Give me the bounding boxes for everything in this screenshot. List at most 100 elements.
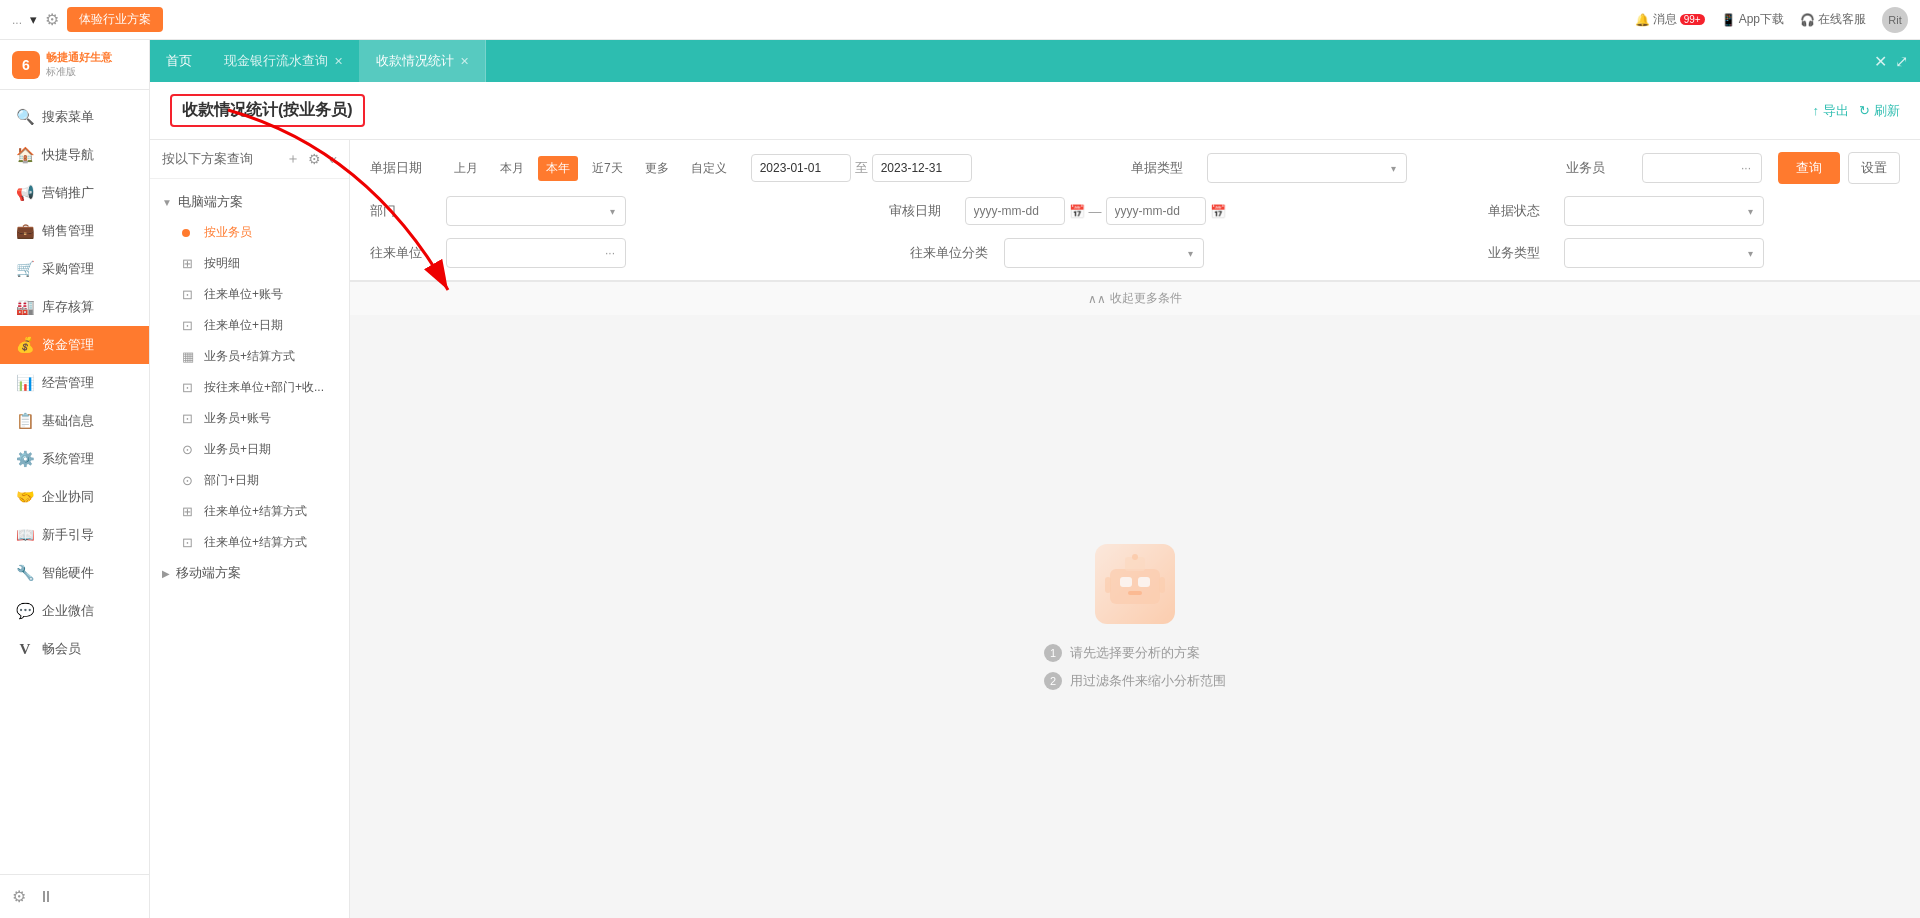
scheme-label-dept-date: 部门+日期 [204, 472, 259, 489]
date-to-input[interactable] [872, 154, 972, 182]
sidebar-item-basic[interactable]: 📋 基础信息 [0, 402, 149, 440]
salesman-more-icon[interactable]: ··· [1741, 161, 1751, 175]
content-area: 首页 现金银行流水查询 ✕ 收款情况统计 ✕ ✕ ⤢ 收款情况统计(按业务员) [150, 40, 1920, 918]
date-btn-7days[interactable]: 近7天 [584, 156, 631, 181]
sidebar-item-sales[interactable]: 💼 销售管理 [0, 212, 149, 250]
scheme-item-detail[interactable]: ⊞ 按明细 [150, 248, 349, 279]
app-download[interactable]: 📱 App下载 [1721, 11, 1784, 28]
tab-receipts-close[interactable]: ✕ [460, 55, 469, 68]
sales-icon: 💼 [16, 222, 34, 240]
audit-from-input[interactable] [965, 197, 1065, 225]
scheme-label-unit-settlement1: 往来单位+结算方式 [204, 503, 307, 520]
scheme-label-unit-date: 往来单位+日期 [204, 317, 283, 334]
tab-home[interactable]: 首页 [150, 52, 208, 70]
sidebar-item-quicknav[interactable]: 🏠 快捷导航 [0, 136, 149, 174]
refresh-icon: ↻ [1859, 103, 1870, 118]
counterparty-select[interactable]: ··· [446, 238, 626, 268]
sidebar-item-finance[interactable]: 💰 资金管理 [0, 326, 149, 364]
member-icon: V [16, 641, 34, 658]
sidebar-item-member[interactable]: V 畅会员 [0, 630, 149, 668]
settings-button[interactable]: 设置 [1848, 152, 1900, 184]
scheme-label-unit-dept: 按往来单位+部门+收... [204, 379, 324, 396]
scheme-icon-unit-date: ⊡ [182, 318, 198, 333]
notification-area[interactable]: 🔔 消息 99+ [1635, 11, 1705, 28]
page-header-actions: ↑ 导出 ↻ 刷新 [1813, 102, 1901, 120]
finance-icon: 💰 [16, 336, 34, 354]
scheme-item-salesman[interactable]: 按业务员 [150, 217, 349, 248]
collapse-icon-up: ∧∧ [1088, 292, 1106, 306]
scheme-item-dept-date[interactable]: ⊙ 部门+日期 [150, 465, 349, 496]
svg-rect-5 [1159, 577, 1165, 593]
scheme-item-salesman-date[interactable]: ⊙ 业务员+日期 [150, 434, 349, 465]
date-btn-custom[interactable]: 自定义 [683, 156, 735, 181]
date-btn-thismonth[interactable]: 本月 [492, 156, 532, 181]
date-btn-more[interactable]: 更多 [637, 156, 677, 181]
scheme-item-unit-account[interactable]: ⊡ 往来单位+账号 [150, 279, 349, 310]
salesman-select[interactable]: ··· [1642, 153, 1762, 183]
add-scheme-button[interactable]: ＋ [286, 150, 300, 168]
scheme-icon-dept-date: ⊙ [182, 473, 198, 488]
system-icon: ⚙️ [16, 450, 34, 468]
scheme-settings-button[interactable]: ⚙ [308, 151, 321, 167]
category-mobile[interactable]: ▶ 移动端方案 [150, 558, 349, 588]
tab-cashflow[interactable]: 现金银行流水查询 ✕ [208, 40, 360, 82]
dept-select[interactable]: ▾ [446, 196, 626, 226]
sidebar-item-inventory[interactable]: 🏭 库存核算 [0, 288, 149, 326]
tab-close-all[interactable]: ✕ [1874, 52, 1887, 71]
collapse-bar[interactable]: ∧∧ 收起更多条件 [350, 281, 1920, 315]
date-from-input[interactable] [751, 154, 851, 182]
settings-icon[interactable]: ⚙ [45, 10, 59, 29]
hardware-icon: 🔧 [16, 564, 34, 582]
date-btn-thisyear[interactable]: 本年 [538, 156, 578, 181]
svg-point-7 [1132, 554, 1138, 560]
right-panel: 单据日期 上月 本月 本年 近7天 更多 自定义 至 [350, 140, 1920, 918]
scheme-item-unit-dept[interactable]: ⊡ 按往来单位+部门+收... [150, 372, 349, 403]
settings-bottom-icon[interactable]: ⚙ [12, 887, 26, 906]
refresh-button[interactable]: ↻ 刷新 [1859, 102, 1900, 120]
scheme-item-unit-settlement2[interactable]: ⊡ 往来单位+结算方式 [150, 527, 349, 558]
sidebar-label-quicknav: 快捷导航 [42, 146, 94, 164]
calendar-to-icon[interactable]: 📅 [1210, 204, 1226, 219]
scheme-item-unit-settlement1[interactable]: ⊞ 往来单位+结算方式 [150, 496, 349, 527]
doc-status-select[interactable]: ▾ [1564, 196, 1764, 226]
app-tag: 标准版 [46, 65, 112, 79]
sidebar-item-search[interactable]: 🔍 搜索菜单 [0, 98, 149, 136]
counterparty-more-icon[interactable]: ··· [605, 246, 615, 260]
doc-type-select[interactable]: ▾ [1207, 153, 1407, 183]
scheme-icon-salesman-settlement: ▦ [182, 349, 198, 364]
scheme-item-salesman-settlement[interactable]: ▦ 业务员+结算方式 [150, 341, 349, 372]
scheme-item-unit-date[interactable]: ⊡ 往来单位+日期 [150, 310, 349, 341]
date-btn-lastmonth[interactable]: 上月 [446, 156, 486, 181]
sidebar-label-collab: 企业协同 [42, 488, 94, 506]
sidebar-item-marketing[interactable]: 📢 营销推广 [0, 174, 149, 212]
sidebar: 6 畅捷通好生意 标准版 🔍 搜索菜单 🏠 快捷导航 📢 营销推广 💼 销售管理 [0, 40, 150, 918]
sidebar-item-wechat[interactable]: 💬 企业微信 [0, 592, 149, 630]
counterparty-cat-select[interactable]: ▾ [1004, 238, 1204, 268]
sidebar-item-guide[interactable]: 📖 新手引导 [0, 516, 149, 554]
online-service[interactable]: 🎧 在线客服 [1800, 11, 1866, 28]
svg-rect-0 [1110, 569, 1160, 604]
calendar-from-icon[interactable]: 📅 [1069, 204, 1085, 219]
biz-type-select[interactable]: ▾ [1564, 238, 1764, 268]
counterparty-cat-label: 往来单位分类 [910, 244, 988, 262]
collapse-panel-button[interactable]: « [329, 151, 337, 167]
empty-state: 1 请先选择要分析的方案 2 用过滤条件来缩小分析范围 [350, 315, 1920, 918]
sidebar-item-hardware[interactable]: 🔧 智能硬件 [0, 554, 149, 592]
scheme-item-salesman-account[interactable]: ⊡ 业务员+账号 [150, 403, 349, 434]
sidebar-item-purchase[interactable]: 🛒 采购管理 [0, 250, 149, 288]
tab-maximize[interactable]: ⤢ [1895, 52, 1908, 71]
trial-button[interactable]: 体验行业方案 [67, 7, 163, 32]
collapse-icon[interactable]: ⏸ [38, 888, 54, 906]
query-button[interactable]: 查询 [1778, 152, 1840, 184]
audit-to-input[interactable] [1106, 197, 1206, 225]
sidebar-item-system[interactable]: ⚙️ 系统管理 [0, 440, 149, 478]
sidebar-item-collab[interactable]: 🤝 企业协同 [0, 478, 149, 516]
category-desktop[interactable]: ▼ 电脑端方案 [150, 187, 349, 217]
scheme-icon-unit-account: ⊡ [182, 287, 198, 302]
export-button[interactable]: ↑ 导出 [1813, 102, 1850, 120]
filter-row-date: 单据日期 上月 本月 本年 近7天 更多 自定义 至 [370, 152, 1900, 184]
user-avatar[interactable]: Rit [1882, 7, 1908, 33]
tab-cashflow-close[interactable]: ✕ [334, 55, 343, 68]
tab-receipts[interactable]: 收款情况统计 ✕ [360, 40, 486, 82]
sidebar-item-operation[interactable]: 📊 经营管理 [0, 364, 149, 402]
